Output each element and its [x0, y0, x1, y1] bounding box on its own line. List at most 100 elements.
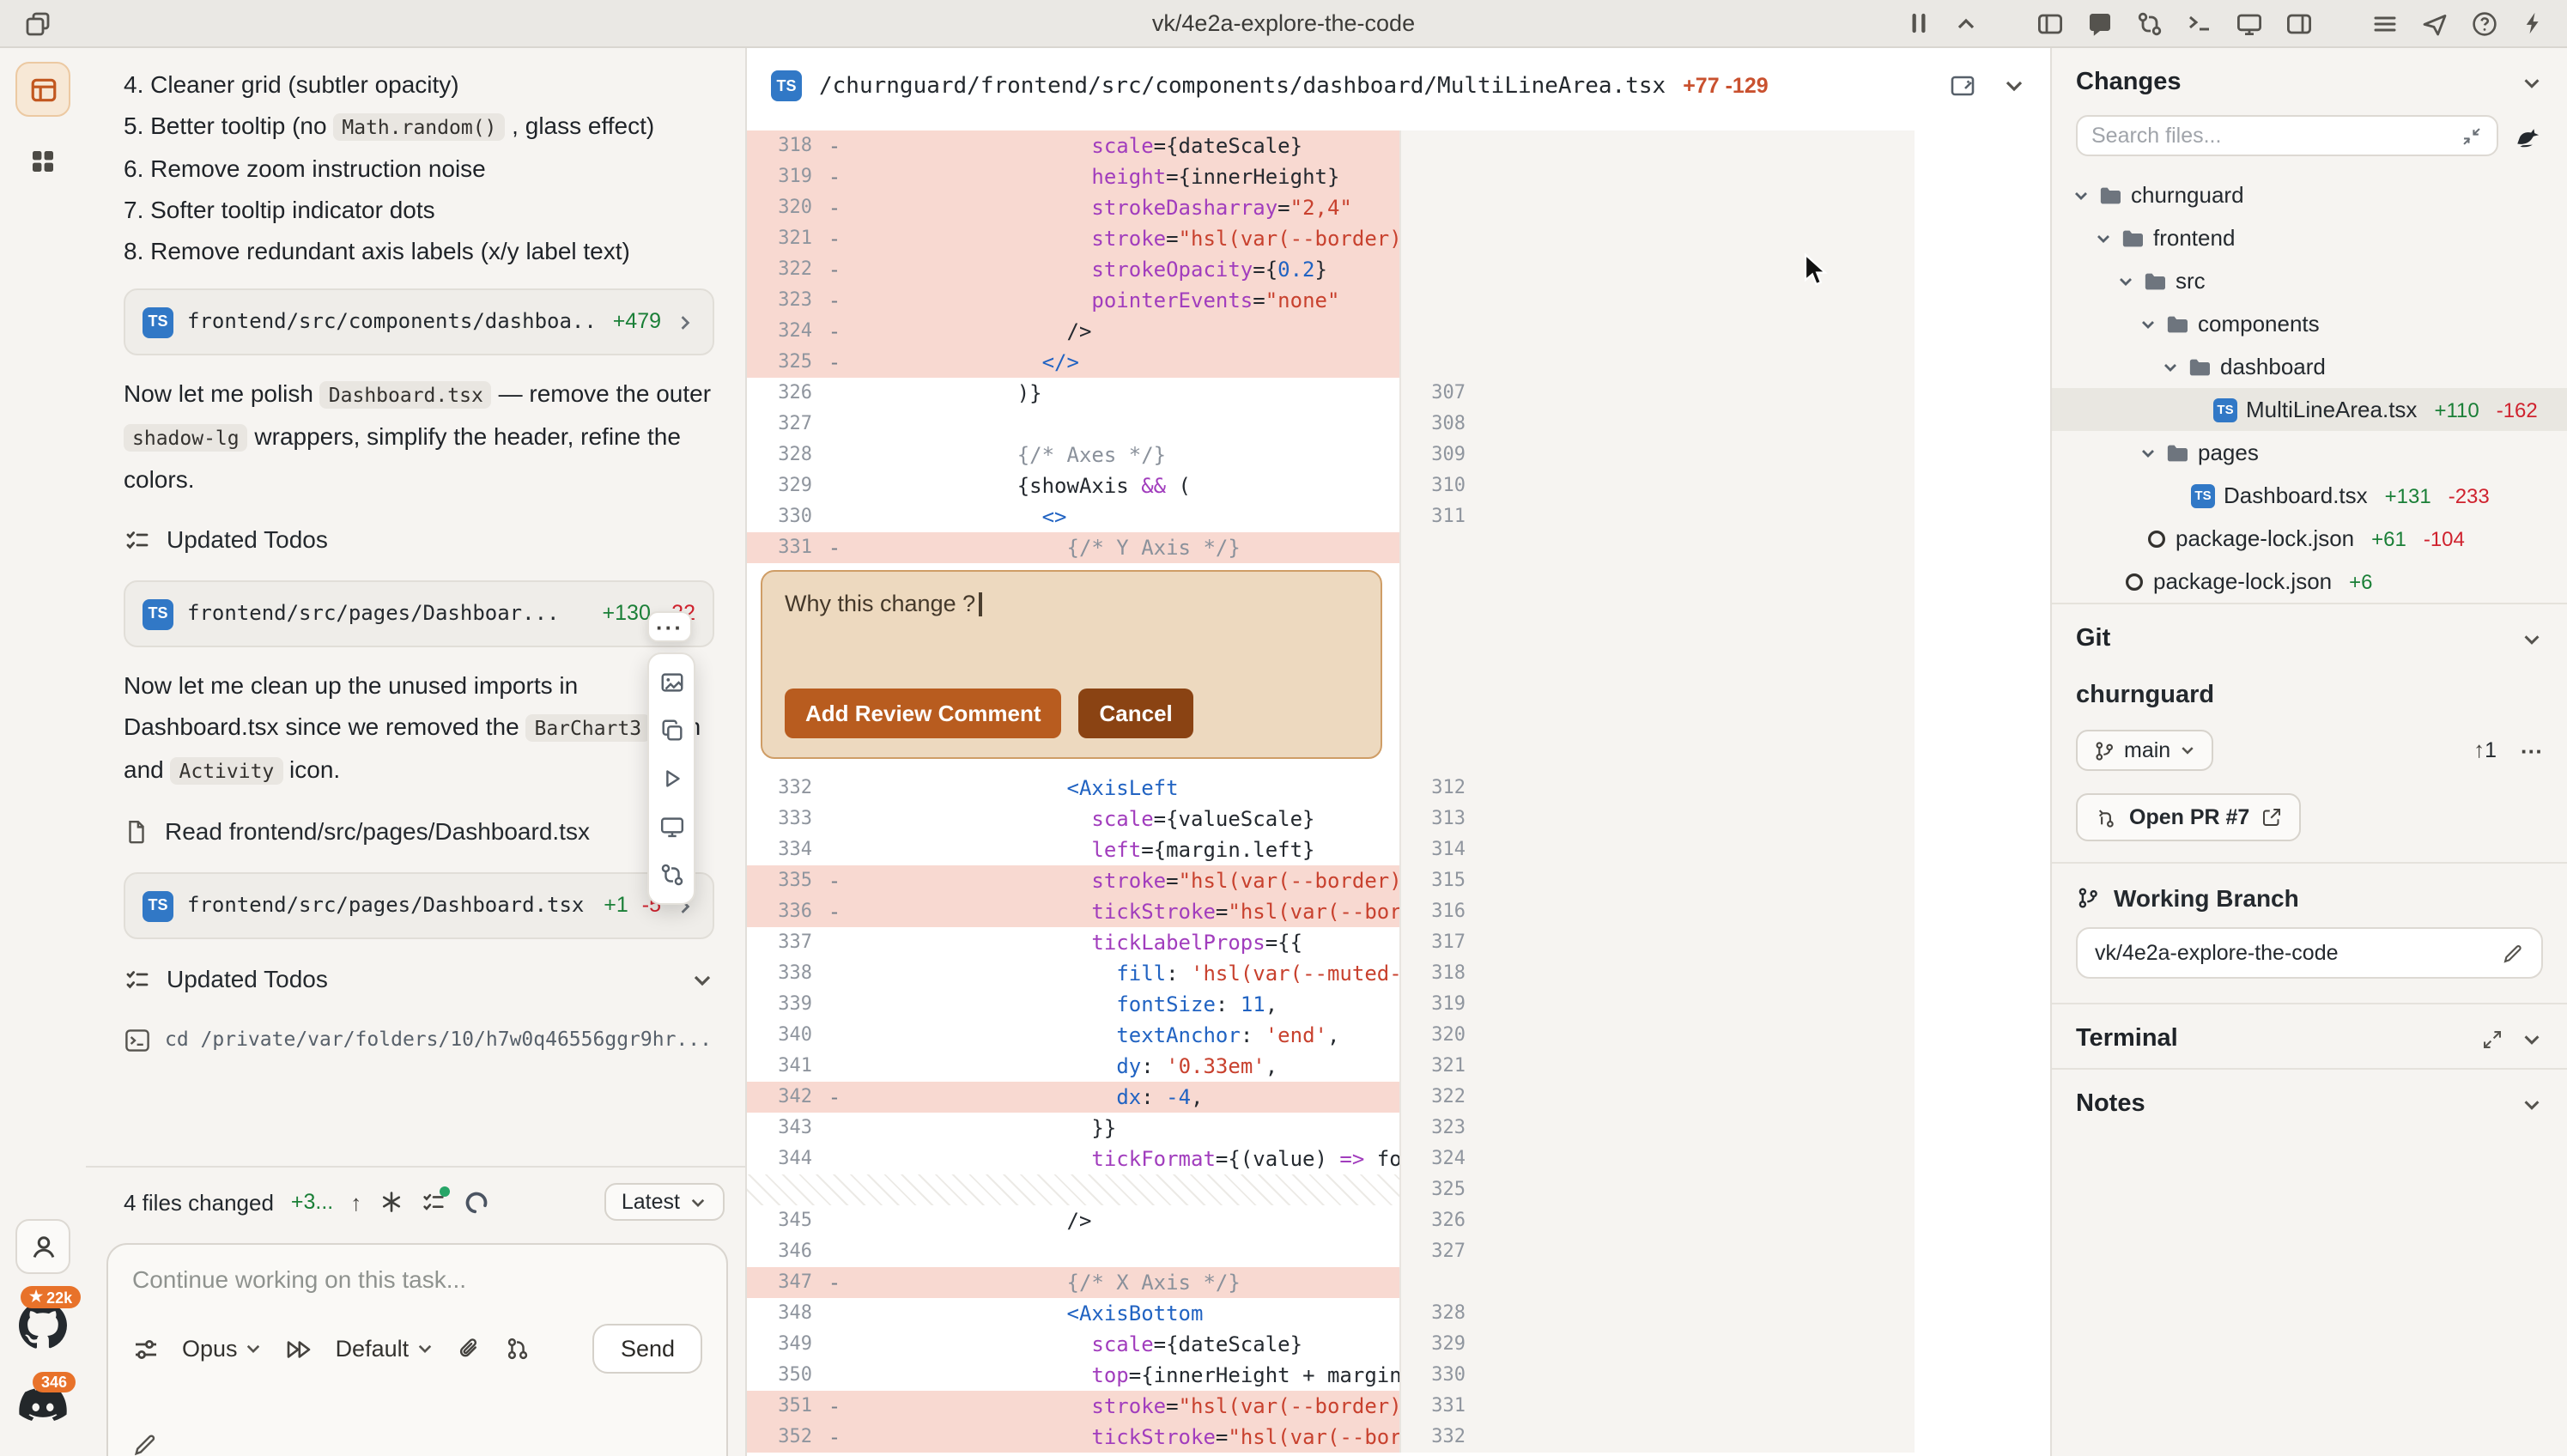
diff-line[interactable]: 318 fill: 'hsl(var(--muted-foreground))'…: [1399, 958, 1914, 989]
diff-line[interactable]: 349 scale={dateScale}: [747, 1329, 1399, 1360]
diff-line[interactable]: 339 fontSize: 11,: [747, 989, 1399, 1020]
diff-line[interactable]: 312 <AxisLeft: [1399, 773, 1914, 804]
diff-line[interactable]: 332+ tickStroke="transparent": [1399, 1422, 1914, 1453]
model-selector[interactable]: Opus: [182, 1336, 264, 1362]
layers-icon[interactable]: [0, 9, 52, 37]
git-section-header[interactable]: Git: [2052, 604, 2567, 668]
add-review-comment-button[interactable]: Add Review Comment: [785, 689, 1062, 738]
menu-icon[interactable]: [2371, 9, 2399, 37]
diff-line[interactable]: 308: [1399, 409, 1914, 440]
bird-icon[interactable]: [2514, 121, 2543, 150]
tree-folder-src[interactable]: src: [2052, 259, 2567, 302]
diff-line[interactable]: 321- stroke="hsl(var(--border))": [747, 223, 1399, 254]
panel-right-icon[interactable]: [2285, 9, 2313, 37]
diff-line[interactable]: 323- pointerEvents="none": [747, 285, 1399, 316]
sliders-icon[interactable]: [132, 1335, 160, 1362]
cancel-button[interactable]: Cancel: [1079, 689, 1193, 738]
image-diff-icon[interactable]: [1949, 72, 1976, 100]
tree-folder-dashboard[interactable]: dashboard: [2052, 345, 2567, 388]
diff-line[interactable]: 322+ dx: -8,: [1399, 1082, 1914, 1113]
diff-line[interactable]: 325+ numTicks={5}: [1399, 1174, 1914, 1205]
diff-line[interactable]: 348 <AxisBottom: [747, 1298, 1399, 1329]
updated-todos-row[interactable]: Updated Todos: [124, 960, 714, 999]
diff-line[interactable]: 320- strokeDasharray="2,4": [747, 192, 1399, 223]
diff-line[interactable]: 320 textAnchor: 'end',: [1399, 1020, 1914, 1051]
ahead-count[interactable]: ↑1: [2473, 738, 2497, 762]
file-search-box[interactable]: [2076, 115, 2498, 156]
diff-line[interactable]: 328 {/* Axes */}: [747, 440, 1399, 470]
discord-link[interactable]: 346: [17, 1386, 69, 1439]
zap-icon[interactable]: [2521, 10, 2546, 36]
send-button[interactable]: Send: [593, 1324, 702, 1374]
tree-folder-components[interactable]: components: [2052, 302, 2567, 345]
tree-folder-frontend[interactable]: frontend: [2052, 216, 2567, 259]
workspace-button[interactable]: [15, 62, 70, 117]
diff-line[interactable]: 324- />: [747, 316, 1399, 347]
diff-line[interactable]: 338 fill: 'hsl(var(--muted-foreground))'…: [747, 958, 1399, 989]
diff-line[interactable]: 326 />: [1399, 1205, 1914, 1236]
diff-line[interactable]: 329 {showAxis && (: [747, 470, 1399, 501]
diff-line[interactable]: 329 scale={dateScale}: [1399, 1329, 1914, 1360]
pencil-icon[interactable]: [2502, 942, 2524, 964]
pause-icon[interactable]: [1906, 10, 1932, 36]
fast-forward-icon[interactable]: [286, 1337, 313, 1361]
mode-selector[interactable]: Default: [336, 1336, 435, 1362]
terminal-icon[interactable]: [2186, 9, 2213, 37]
open-pr-button[interactable]: Open PR #7: [2076, 793, 2301, 841]
working-branch-field[interactable]: vk/4e2a-explore-the-code: [2076, 927, 2543, 979]
diff-line[interactable]: 315+ stroke="transparent": [1399, 865, 1914, 896]
diff-line[interactable]: 313 scale={valueScale}: [1399, 804, 1914, 834]
diff-line[interactable]: 342- dx: -4,: [747, 1082, 1399, 1113]
diff-line[interactable]: 334 left={margin.left}: [747, 834, 1399, 865]
diff-line[interactable]: 331+ stroke="transparent": [1399, 1391, 1914, 1422]
diff-line[interactable]: 331- {/* Y Axis */}: [747, 532, 1399, 563]
terminal-command-row[interactable]: cd /private/var/folders/10/h7w0q46556ggr…: [124, 1020, 714, 1059]
diff-line[interactable]: 310 {showAxis && (: [1399, 470, 1914, 501]
account-button[interactable]: [15, 1219, 70, 1274]
diff-line[interactable]: 327: [1399, 1236, 1914, 1267]
read-file-row[interactable]: Read frontend/src/pages/Dashboard.tsx: [124, 812, 714, 852]
diff-line[interactable]: 322- strokeOpacity={0.2}: [747, 254, 1399, 285]
diff-line[interactable]: 340 textAnchor: 'end',: [747, 1020, 1399, 1051]
todos-status-icon[interactable]: [420, 1189, 446, 1215]
run-icon[interactable]: [2421, 9, 2449, 37]
comment-input[interactable]: Why this change ?: [785, 589, 1357, 620]
diff-line[interactable]: 344 tickFormat={(value) => formatValue(v…: [747, 1144, 1399, 1174]
git-compare-icon[interactable]: [2136, 9, 2163, 37]
diff-line[interactable]: 319- height={innerHeight}: [747, 161, 1399, 192]
chevron-down-icon[interactable]: [2521, 71, 2543, 94]
diff-line[interactable]: 346: [747, 1236, 1399, 1267]
files-changed-label[interactable]: 4 files changed: [124, 1189, 274, 1215]
tree-folder-churnguard[interactable]: churnguard: [2052, 173, 2567, 216]
chevron-down-icon[interactable]: [2521, 1028, 2543, 1050]
chevron-down-icon[interactable]: [2521, 628, 2543, 650]
tree-file-Dashboard.tsx[interactable]: TSDashboard.tsx+131-233: [2052, 474, 2567, 517]
diff-line[interactable]: 328 <AxisBottom: [1399, 1298, 1914, 1329]
diff-line[interactable]: 337 tickLabelProps={{: [747, 927, 1399, 958]
diff-line[interactable]: 336- tickStroke="hsl(var(--border))": [747, 896, 1399, 927]
tree-file-package-lock.json[interactable]: package-lock.json+6: [2052, 560, 2567, 603]
display-icon[interactable]: [2236, 9, 2263, 37]
notes-section-header[interactable]: Notes: [2052, 1070, 2567, 1133]
diff-line[interactable]: 309 {/* Axes */}: [1399, 440, 1914, 470]
diff-line[interactable]: 341 dy: '0.33em',: [747, 1051, 1399, 1082]
diff-line[interactable]: 343 }}: [747, 1113, 1399, 1144]
diff-line[interactable]: 332 <AxisLeft: [747, 773, 1399, 804]
diff-line[interactable]: 347- {/* X Axis */}: [747, 1267, 1399, 1298]
chevron-down-icon[interactable]: [2521, 1093, 2543, 1115]
chevron-down-icon[interactable]: [2002, 74, 2026, 98]
chevron-down-icon[interactable]: [690, 968, 714, 992]
asterisk-icon[interactable]: [379, 1190, 403, 1214]
grid-view-button[interactable]: [15, 134, 70, 189]
diff-line[interactable]: 314 left={margin.left}: [1399, 834, 1914, 865]
diff-line[interactable]: 323 }}: [1399, 1113, 1914, 1144]
search-files-input[interactable]: [2091, 124, 2450, 148]
diff-line[interactable]: 317 tickLabelProps={{: [1399, 927, 1914, 958]
diff-line[interactable]: 316+ tickStroke="transparent": [1399, 896, 1914, 927]
collapse-icon[interactable]: [2461, 124, 2483, 147]
file-change-chip[interactable]: TS frontend/src/pages/Dashboard.tsx +1 -…: [124, 872, 714, 939]
panel-left-icon[interactable]: [2036, 9, 2064, 37]
tree-file-package-lock.json[interactable]: package-lock.json+61-104: [2052, 517, 2567, 560]
diff-line[interactable]: 327: [747, 409, 1399, 440]
diff-line[interactable]: 324 tickFormat={(value) => formatValue(v…: [1399, 1144, 1914, 1174]
